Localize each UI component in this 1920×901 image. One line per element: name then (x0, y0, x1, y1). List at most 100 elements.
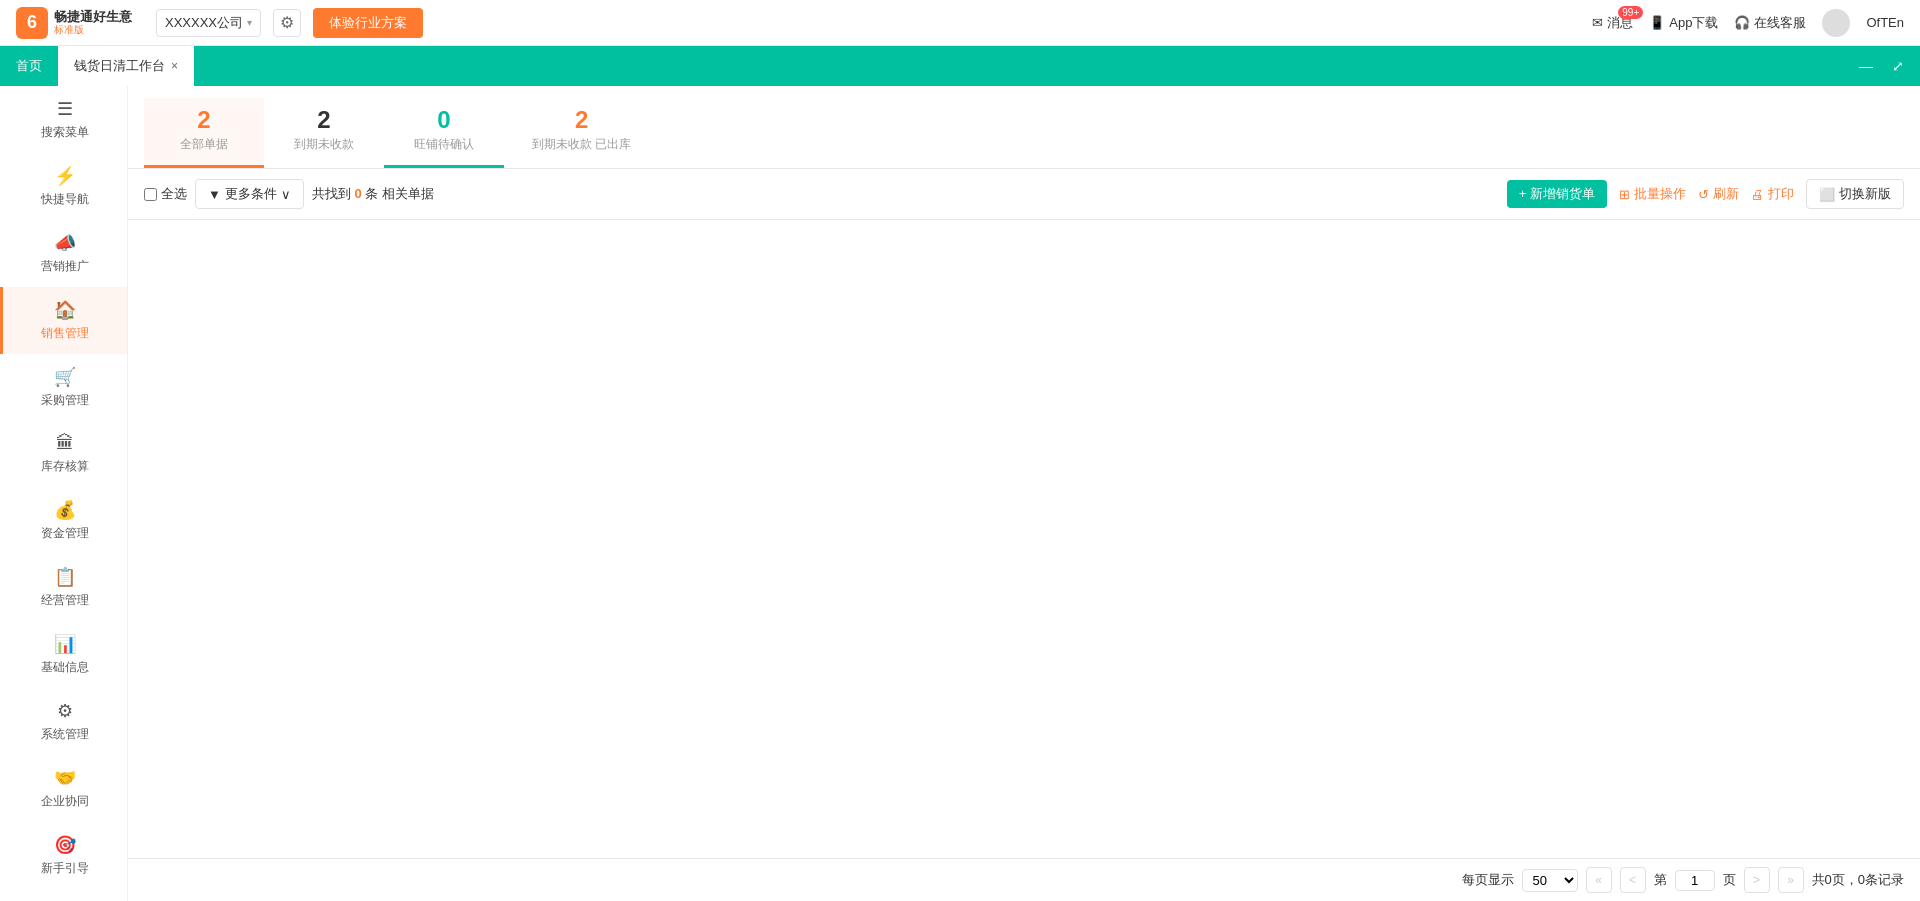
brand-logo: 6 (16, 7, 48, 39)
refresh-button[interactable]: ↺ 刷新 (1698, 185, 1739, 203)
total-label: 共0页，0条记录 (1812, 871, 1904, 889)
sidebar-item-enterprise[interactable]: 🤝 企业协同 (0, 755, 127, 822)
found-text: 共找到 0 条 相关单据 (312, 185, 434, 203)
first-page-button[interactable]: « (1586, 867, 1612, 893)
page-size-label: 每页显示 (1462, 871, 1514, 889)
stat-label-wangpu: 旺铺待确认 (414, 136, 474, 153)
toolbar-right: + 新增销货单 ⊞ 批量操作 ↺ 刷新 🖨 打印 ⬜ 切换新版 (1507, 179, 1904, 209)
main-layout: ☰ 搜索菜单 ⚡ 快捷导航 📣 营销推广 🏠 销售管理 🛒 采购管理 🏛 库存核… (0, 86, 1920, 901)
quicknav-icon: ⚡ (54, 165, 76, 187)
basic-info-icon: 📊 (54, 633, 76, 655)
tab-close-icon[interactable]: × (171, 59, 178, 73)
print-icon: 🖨 (1751, 187, 1764, 202)
next-page-button[interactable]: > (1744, 867, 1770, 893)
filter-icon: ▼ (208, 187, 221, 202)
stat-tab-overdue[interactable]: 2 到期未收款 (264, 98, 384, 168)
marketing-icon: 📣 (54, 232, 76, 254)
enterprise-icon: 🤝 (54, 767, 76, 789)
sidebar-item-appstore[interactable]: 📦 应用中心 (0, 889, 127, 901)
page-word: 页 (1723, 871, 1736, 889)
stat-label-overdue-shipped: 到期未收款 已出库 (532, 136, 631, 153)
sidebar-item-inventory[interactable]: 🏛 库存核算 (0, 421, 127, 487)
stat-tab-wangpu[interactable]: 0 旺铺待确认 (384, 98, 504, 168)
company-name: XXXXXX公司 (165, 14, 243, 32)
batch-action-button[interactable]: ⊞ 批量操作 (1619, 185, 1686, 203)
select-all-input[interactable] (144, 188, 157, 201)
message-badge: 99+ (1618, 6, 1643, 19)
table-area (128, 220, 1920, 858)
trial-button[interactable]: 体验行业方案 (313, 8, 423, 38)
switch-icon: ⬜ (1819, 187, 1835, 202)
app-icon: 📱 (1649, 15, 1665, 30)
refresh-icon: ↺ (1698, 187, 1709, 202)
avatar[interactable] (1822, 9, 1850, 37)
sidebar-item-operations[interactable]: 📋 经营管理 (0, 554, 127, 621)
app-download-button[interactable]: 📱 App下载 (1649, 14, 1718, 32)
di-word: 第 (1654, 871, 1667, 889)
system-icon: ⚙ (57, 700, 73, 722)
nav-tabs: 首页 钱货日清工作台 × — ⤢ (0, 46, 1920, 86)
brand-name: 畅捷通好生意 (54, 10, 132, 24)
content-area: 2 全部单据 2 到期未收款 0 旺铺待确认 2 到期未收款 已出库 全选 (128, 86, 1920, 901)
purchase-icon: 🛒 (54, 366, 76, 388)
minimize-button[interactable]: — (1852, 52, 1880, 80)
sidebar-item-quicknav[interactable]: ⚡ 快捷导航 (0, 153, 127, 220)
service-icon: 🎧 (1734, 15, 1750, 30)
sidebar-item-purchase[interactable]: 🛒 采购管理 (0, 354, 127, 421)
batch-icon: ⊞ (1619, 187, 1630, 202)
select-all-checkbox[interactable]: 全选 (144, 185, 187, 203)
top-bar-left: 6 畅捷通好生意 标准版 XXXXXX公司 ▾ ⚙ 体验行业方案 (16, 7, 423, 39)
switch-version-button[interactable]: ⬜ 切换新版 (1806, 179, 1904, 209)
sidebar-item-finance[interactable]: 💰 资金管理 (0, 487, 127, 554)
company-selector[interactable]: XXXXXX公司 ▾ (156, 9, 261, 37)
search-menu-icon: ☰ (57, 98, 73, 120)
page-input[interactable] (1675, 870, 1715, 891)
found-num: 0 (355, 186, 362, 201)
stat-tab-overdue-shipped[interactable]: 2 到期未收款 已出库 (504, 98, 659, 168)
stat-label-all: 全部单据 (180, 136, 228, 153)
online-service-button[interactable]: 🎧 在线客服 (1734, 14, 1806, 32)
sidebar-item-system[interactable]: ⚙ 系统管理 (0, 688, 127, 755)
guide-icon: 🎯 (54, 834, 76, 856)
brand: 6 畅捷通好生意 标准版 (16, 7, 144, 39)
add-order-button[interactable]: + 新增销货单 (1507, 180, 1607, 208)
print-button[interactable]: 🖨 打印 (1751, 185, 1794, 203)
sidebar-item-guide[interactable]: 🎯 新手引导 (0, 822, 127, 889)
maximize-button[interactable]: ⤢ (1884, 52, 1912, 80)
sidebar-item-marketing[interactable]: 📣 营销推广 (0, 220, 127, 287)
last-page-button[interactable]: » (1778, 867, 1804, 893)
top-bar-right: ✉ 消息 99+ 📱 App下载 🎧 在线客服 OfTEn (1592, 9, 1904, 37)
stat-tab-all[interactable]: 2 全部单据 (144, 98, 264, 168)
prev-page-button[interactable]: < (1620, 867, 1646, 893)
inventory-icon: 🏛 (56, 433, 74, 454)
maximize-icon: ⤢ (1892, 58, 1904, 74)
pagination-bar: 每页显示 50 10 20 100 « < 第 页 > » 共0页，0条记录 (128, 858, 1920, 901)
stat-num-overdue-shipped: 2 (575, 106, 588, 134)
chevron-icon: ∨ (281, 187, 291, 202)
minimize-icon: — (1859, 58, 1873, 74)
filter-button[interactable]: ▼ 更多条件 ∨ (195, 179, 304, 209)
sales-icon: 🏠 (54, 299, 76, 321)
finance-icon: 💰 (54, 499, 76, 521)
stat-label-overdue: 到期未收款 (294, 136, 354, 153)
stat-num-overdue: 2 (317, 106, 330, 134)
tab-qhrc[interactable]: 钱货日清工作台 × (58, 46, 194, 86)
message-button[interactable]: ✉ 消息 99+ (1592, 14, 1633, 32)
username[interactable]: OfTEn (1866, 15, 1904, 30)
operations-icon: 📋 (54, 566, 76, 588)
message-icon: ✉ (1592, 15, 1603, 30)
gear-icon: ⚙ (280, 13, 294, 32)
settings-button[interactable]: ⚙ (273, 9, 301, 37)
stat-num-all: 2 (197, 106, 210, 134)
sidebar-item-basic-info[interactable]: 📊 基础信息 (0, 621, 127, 688)
stat-num-wangpu: 0 (437, 106, 450, 134)
tab-home[interactable]: 首页 (0, 46, 58, 86)
nav-right-buttons: — ⤢ (1852, 52, 1920, 80)
page-size-select[interactable]: 50 10 20 100 (1522, 869, 1578, 892)
sidebar-item-sales[interactable]: 🏠 销售管理 (0, 287, 127, 354)
toolbar: 全选 ▼ 更多条件 ∨ 共找到 0 条 相关单据 + 新增销货单 ⊞ 批量操作 (128, 169, 1920, 220)
sidebar: ☰ 搜索菜单 ⚡ 快捷导航 📣 营销推广 🏠 销售管理 🛒 采购管理 🏛 库存核… (0, 86, 128, 901)
brand-tag: 标准版 (54, 24, 132, 35)
sidebar-item-search[interactable]: ☰ 搜索菜单 (0, 86, 127, 153)
chevron-down-icon: ▾ (247, 17, 252, 28)
